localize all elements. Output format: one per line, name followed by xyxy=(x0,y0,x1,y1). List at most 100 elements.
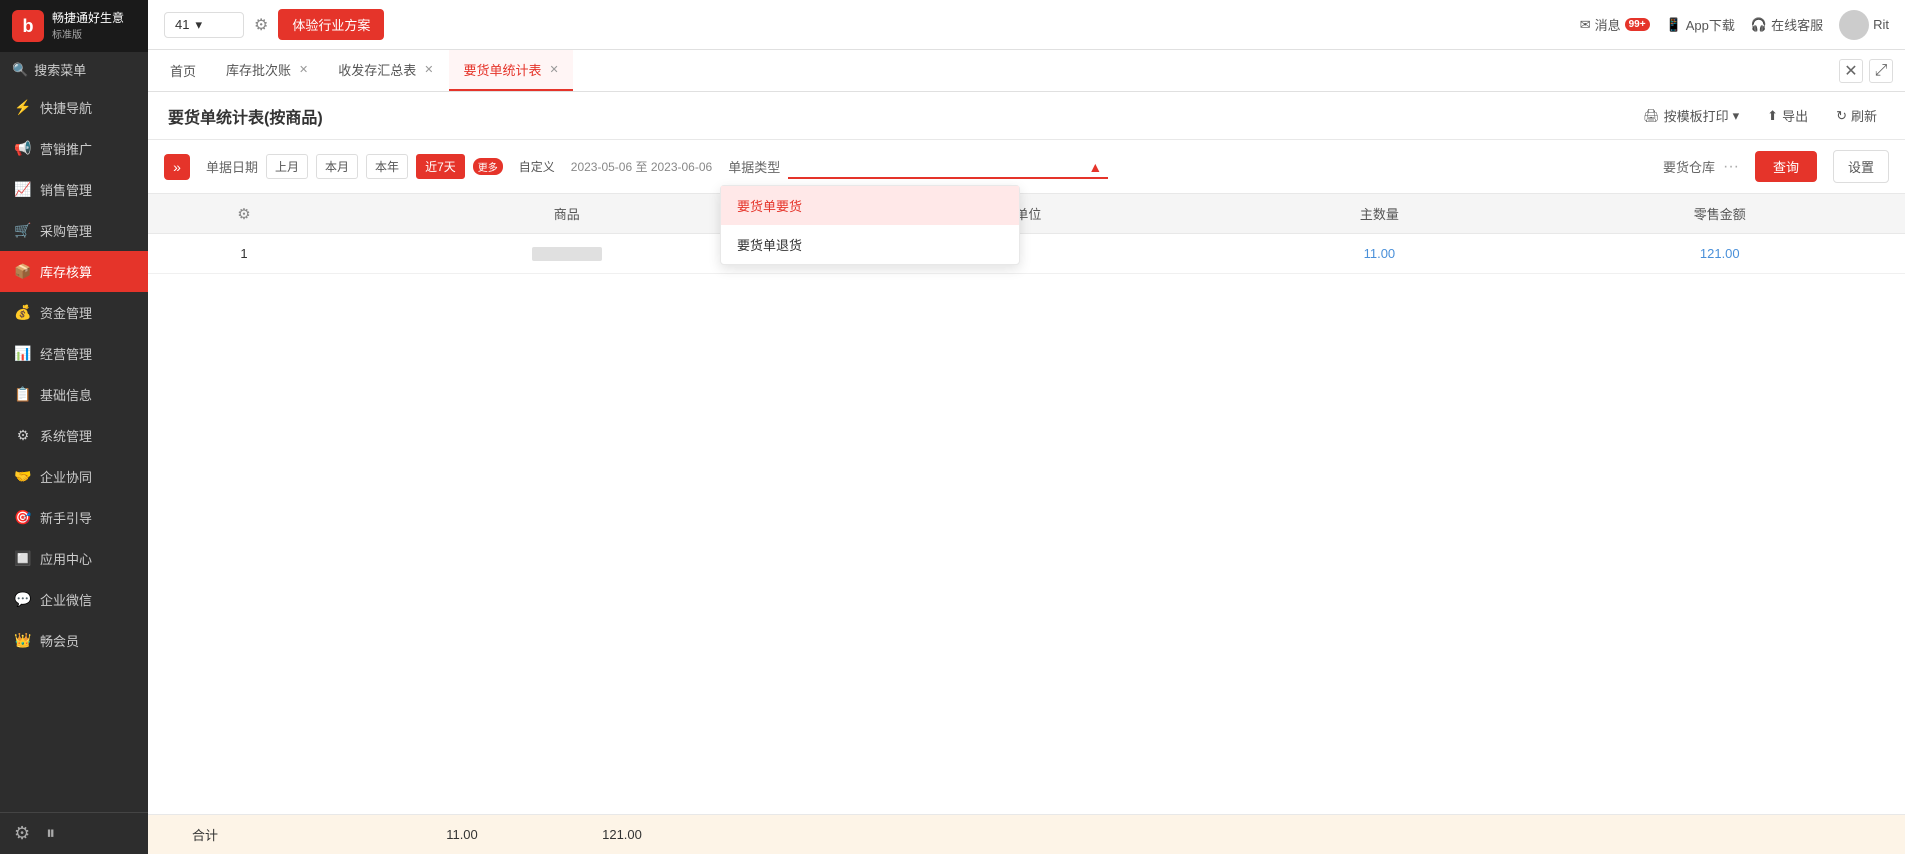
settings-bottom-icon[interactable]: ⚙ xyxy=(14,823,30,844)
table-settings-icon[interactable]: ⚙ xyxy=(237,206,250,223)
tab-batch-account-close[interactable]: ✕ xyxy=(299,63,308,76)
tab-batch-account[interactable]: 库存批次账 ✕ xyxy=(212,50,322,91)
search-menu[interactable]: 🔍 搜索菜单 xyxy=(0,52,148,87)
warehouse-filter-group: 要货仓库 ··· xyxy=(1663,157,1739,176)
sidebar-label-operation: 经营管理 xyxy=(40,344,92,363)
messages-btn[interactable]: ✉ 消息 99+ xyxy=(1580,15,1650,34)
app-download-btn[interactable]: 📱 App下载 xyxy=(1666,15,1735,34)
warehouse-filter-label: 要货仓库 xyxy=(1663,157,1715,176)
tab-expand-btn[interactable]: ⤢ xyxy=(1869,59,1893,83)
sidebar-label-quick-nav: 快捷导航 xyxy=(40,98,92,117)
search-icon: 🔍 xyxy=(12,62,28,78)
sidebar-item-marketing[interactable]: 📢 营销推广 xyxy=(0,128,148,169)
sidebar-item-weixin[interactable]: 💬 企业微信 xyxy=(0,579,148,620)
page-content: 要货单统计表(按商品) 🖨 按模板打印 ▾ ⬆ 导出 ↻ 刷新 » xyxy=(148,92,1905,854)
refresh-label: 刷新 xyxy=(1851,106,1877,125)
sidebar-item-app-center[interactable]: 🔲 应用中心 xyxy=(0,538,148,579)
sidebar-label-inventory: 库存核算 xyxy=(40,262,92,281)
sidebar-label-basic: 基础信息 xyxy=(40,385,92,404)
warehouse-more-icon[interactable]: ··· xyxy=(1723,158,1739,176)
sidebar-item-member[interactable]: 👑 畅会员 xyxy=(0,620,148,661)
collapse-icon[interactable]: ⏸ xyxy=(46,823,55,844)
guide-icon: 🎯 xyxy=(14,509,32,526)
app-download-label: App下载 xyxy=(1686,15,1735,34)
custom-period-btn[interactable]: 自定义 xyxy=(511,155,563,178)
sidebar-bottom: ⚙ ⏸ xyxy=(0,812,148,854)
row-quantity: 11.00 xyxy=(1224,234,1534,274)
dropdown-item-order-purchase[interactable]: 要货单要货 xyxy=(721,186,1019,225)
tab-recv-summary-close[interactable]: ✕ xyxy=(424,63,433,76)
purchase-icon: 🛒 xyxy=(14,222,32,239)
type-input-wrapper: ▲ xyxy=(788,154,1108,179)
sidebar-item-purchase[interactable]: 🛒 采购管理 xyxy=(0,210,148,251)
print-btn[interactable]: 🖨 按模板打印 ▾ xyxy=(1635,102,1747,129)
page-actions: 🖨 按模板打印 ▾ ⬆ 导出 ↻ 刷新 xyxy=(1635,102,1885,129)
tab-recv-summary-label: 收发存汇总表 xyxy=(338,60,416,79)
finance-icon: 💰 xyxy=(14,304,32,321)
industry-btn[interactable]: 体验行业方案 xyxy=(278,9,384,40)
settings-gear-icon[interactable]: ⚙ xyxy=(254,15,268,35)
print-label: 按模板打印 xyxy=(1664,106,1729,125)
sidebar-nav: ⚡ 快捷导航 📢 营销推广 📈 销售管理 🛒 采购管理 📦 库存核算 💰 资金管… xyxy=(0,87,148,812)
phone-icon: 📱 xyxy=(1666,17,1682,33)
export-icon: ⬆ xyxy=(1767,108,1778,124)
message-icon: ✉ xyxy=(1580,17,1591,33)
username: Rit xyxy=(1873,17,1889,32)
logo-area: b 畅捷通好生意 标准版 xyxy=(0,0,148,52)
tab-order-stat-close[interactable]: ✕ xyxy=(550,63,559,76)
sidebar-item-enterprise[interactable]: 🤝 企业协同 xyxy=(0,456,148,497)
store-selector[interactable]: 41 ▾ xyxy=(164,12,244,38)
tab-order-stat-label: 要货单统计表 xyxy=(463,60,541,79)
filter-settings-btn[interactable]: 设置 xyxy=(1833,150,1889,183)
query-btn[interactable]: 查询 xyxy=(1755,151,1817,182)
sidebar-label-app-center: 应用中心 xyxy=(40,549,92,568)
period-this-year[interactable]: 本年 xyxy=(366,154,408,179)
tab-close-all-btn[interactable]: ✕ xyxy=(1839,59,1863,83)
sidebar-item-sales[interactable]: 📈 销售管理 xyxy=(0,169,148,210)
logo-icon: b xyxy=(12,10,44,42)
tab-home[interactable]: 首页 xyxy=(156,50,210,91)
avatar xyxy=(1839,10,1869,40)
footer-amount: 121.00 xyxy=(562,827,682,842)
sidebar-item-basic[interactable]: 📋 基础信息 xyxy=(0,374,148,415)
date-range-display: 2023-05-06 至 2023-06-06 xyxy=(571,158,712,175)
footer-label: 合计 xyxy=(162,825,362,844)
store-number: 41 xyxy=(175,17,189,32)
inventory-icon: 📦 xyxy=(14,263,32,280)
sidebar-item-inventory[interactable]: 📦 库存核算 xyxy=(0,251,148,292)
main-area: 41 ▾ ⚙ 体验行业方案 ✉ 消息 99+ 📱 App下载 🎧 在线客服 R xyxy=(148,0,1905,854)
weixin-icon: 💬 xyxy=(14,591,32,608)
sidebar: b 畅捷通好生意 标准版 🔍 搜索菜单 ⚡ 快捷导航 📢 营销推广 📈 销售管理… xyxy=(0,0,148,854)
period-recent7[interactable]: 近7天 xyxy=(416,154,465,179)
period-this-month[interactable]: 本月 xyxy=(316,154,358,179)
quantity-link[interactable]: 11.00 xyxy=(1364,246,1396,261)
chevron-print-icon: ▾ xyxy=(1733,108,1740,124)
brand-name: 畅捷通好生意 xyxy=(52,11,124,27)
sidebar-item-guide[interactable]: 🎯 新手引导 xyxy=(0,497,148,538)
sidebar-item-system[interactable]: ⚙ 系统管理 xyxy=(0,415,148,456)
filter-toggle-btn[interactable]: » xyxy=(164,154,190,180)
refresh-btn[interactable]: ↻ 刷新 xyxy=(1828,102,1885,129)
print-icon: 🖨 xyxy=(1643,108,1660,124)
type-dropdown-up-arrow[interactable]: ▲ xyxy=(1088,159,1102,175)
message-badge: 99+ xyxy=(1625,18,1650,31)
period-prev-month[interactable]: 上月 xyxy=(266,154,308,179)
tab-order-stat[interactable]: 要货单统计表 ✕ xyxy=(449,50,572,91)
sidebar-label-marketing: 营销推广 xyxy=(40,139,92,158)
sidebar-item-operation[interactable]: 📊 经营管理 xyxy=(0,333,148,374)
dropdown-item-order-return[interactable]: 要货单退货 xyxy=(721,225,1019,264)
amount-link[interactable]: 121.00 xyxy=(1700,246,1740,261)
export-btn[interactable]: ⬆ 导出 xyxy=(1759,102,1816,129)
row-index: 1 xyxy=(148,234,340,274)
online-service-btn[interactable]: 🎧 在线客服 xyxy=(1751,15,1823,34)
more-periods-badge[interactable]: 更多 xyxy=(473,158,503,175)
sidebar-item-quick-nav[interactable]: ⚡ 快捷导航 xyxy=(0,87,148,128)
col-settings: ⚙ xyxy=(148,194,340,234)
sidebar-item-finance[interactable]: 💰 资金管理 xyxy=(0,292,148,333)
refresh-icon: ↻ xyxy=(1836,108,1847,124)
sidebar-label-enterprise: 企业协同 xyxy=(40,467,92,486)
type-input[interactable] xyxy=(788,154,1108,179)
footer-quantity: 11.00 xyxy=(362,827,562,842)
user-area[interactable]: Rit xyxy=(1839,10,1889,40)
tab-recv-summary[interactable]: 收发存汇总表 ✕ xyxy=(324,50,447,91)
